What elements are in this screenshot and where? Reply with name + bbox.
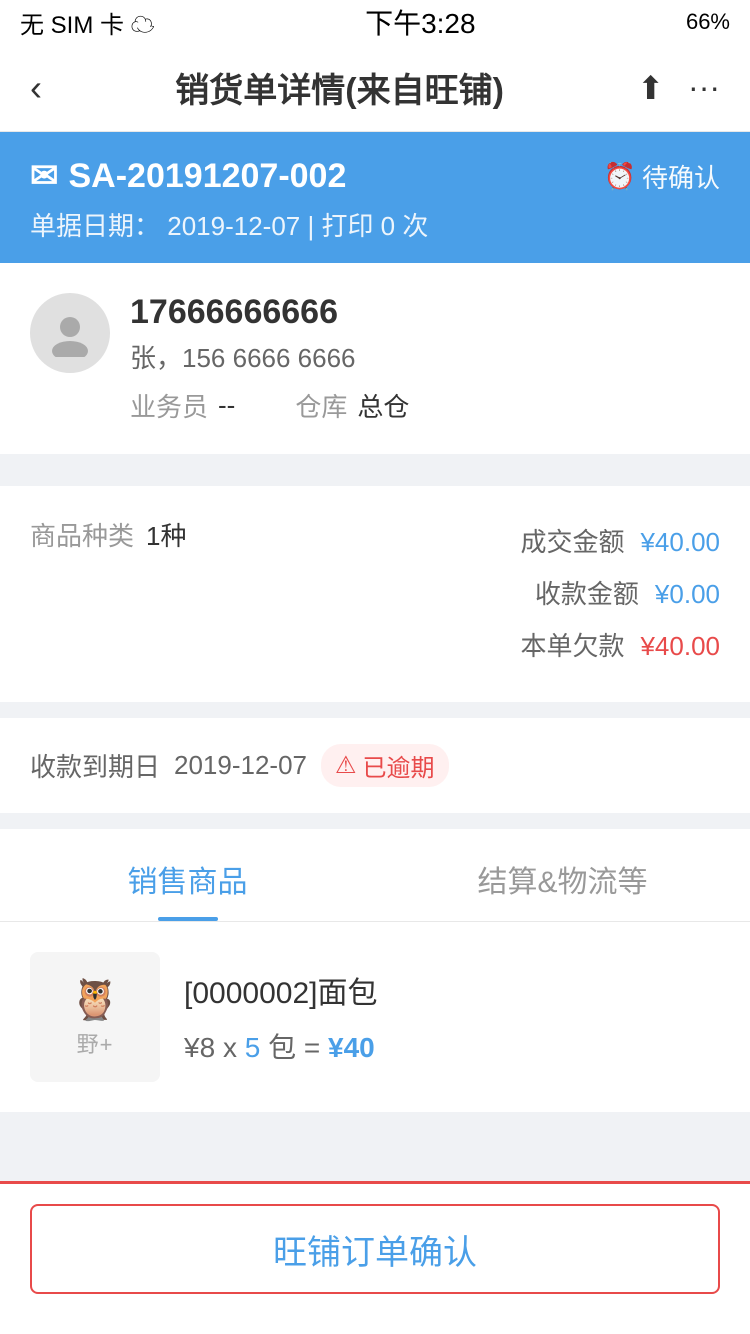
status-text: 待确认	[642, 158, 720, 195]
debt-amount: ¥40.00	[640, 620, 720, 672]
order-icon: ✉	[30, 156, 59, 196]
customer-phone: 17666666666	[130, 293, 720, 332]
product-type-value: 1种	[146, 516, 186, 553]
sim-status: 无 SIM 卡 ☁	[20, 5, 155, 40]
due-date-value: 2019-12-07	[174, 750, 307, 781]
status-time: 下午3:28	[365, 2, 476, 42]
product-unit: 包	[268, 1032, 296, 1063]
product-item: 🦉 野+ [0000002]面包 ¥8 x 5 包 = ¥40	[0, 922, 750, 1112]
product-type-label: 商品种类	[30, 516, 134, 553]
amount-summary: 成交金额 ¥40.00 收款金额 ¥0.00 本单欠款 ¥40.00	[520, 516, 720, 672]
nav-bar: ‹ 销货单详情(来自旺铺) ⬆ ···	[0, 44, 750, 132]
tabs-row: 销售商品 结算&物流等	[0, 829, 750, 922]
warehouse-label: 仓库	[295, 387, 347, 424]
battery-status: 66%	[686, 9, 730, 35]
divider-1	[0, 454, 750, 470]
nav-actions: ⬆ ···	[637, 69, 720, 107]
tab-sales-products[interactable]: 销售商品	[0, 829, 375, 921]
debt-label: 本单欠款	[520, 620, 624, 672]
customer-name: 张，156 6666 6666	[130, 338, 720, 375]
tabs-section: 销售商品 结算&物流等 🦉 野+ [0000002]面包 ¥8 x 5 包 = …	[0, 829, 750, 1112]
customer-info: 17666666666 张，156 6666 6666 业务员 -- 仓库 总仓	[130, 293, 720, 424]
order-header-banner: ✉ SA-20191207-002 ⏰ 待确认 单据日期： 2019-12-07…	[0, 132, 750, 263]
payment-label: 收款金额	[535, 568, 639, 620]
product-info: [0000002]面包 ¥8 x 5 包 = ¥40	[184, 968, 720, 1066]
overdue-icon: ⚠	[335, 751, 357, 780]
more-icon[interactable]: ···	[688, 69, 720, 106]
overdue-text: 已逾期	[363, 748, 435, 783]
confirm-button-wrapper: 旺铺订单确认	[0, 1181, 750, 1334]
due-date-label: 收款到期日	[30, 747, 160, 784]
order-id-text: SA-20191207-002	[69, 157, 347, 196]
overdue-badge: ⚠ 已逾期	[321, 744, 449, 787]
sales-label: 业务员	[130, 387, 208, 424]
summary-section: 商品种类 1种 成交金额 ¥40.00 收款金额 ¥0.00 本单欠款 ¥40.…	[0, 486, 750, 702]
sales-value: --	[218, 390, 235, 421]
order-date: 单据日期： 2019-12-07 | 打印 0 次	[30, 206, 720, 243]
status-right: 66%	[686, 9, 730, 35]
share-icon[interactable]: ⬆	[637, 69, 664, 107]
confirm-order-button[interactable]: 旺铺订单确认	[30, 1204, 720, 1294]
product-calculation: ¥8 x 5 包 = ¥40	[184, 1026, 720, 1066]
status-left: 无 SIM 卡 ☁	[20, 5, 155, 40]
status-bar: 无 SIM 卡 ☁ 下午3:28 66%	[0, 0, 750, 44]
product-thumbnail: 🦉 野+	[30, 952, 160, 1082]
product-qty: 5	[245, 1032, 261, 1063]
due-date-section: 收款到期日 2019-12-07 ⚠ 已逾期	[0, 718, 750, 813]
transaction-amount: ¥40.00	[640, 516, 720, 568]
tab-settlement-logistics[interactable]: 结算&物流等	[375, 829, 750, 921]
equals-sign: =	[304, 1032, 320, 1063]
multiply-sign: x	[223, 1032, 237, 1063]
product-thumb-text: 野+	[77, 1027, 114, 1059]
product-thumb-owl-icon: 🦉	[70, 976, 120, 1023]
back-button[interactable]: ‹	[30, 67, 42, 109]
avatar	[30, 293, 110, 373]
product-total: ¥40	[328, 1032, 375, 1063]
order-id: ✉ SA-20191207-002	[30, 156, 346, 196]
warehouse-value: 总仓	[357, 387, 409, 424]
product-price: ¥8	[184, 1032, 215, 1063]
status-clock-icon: ⏰	[604, 161, 636, 192]
product-name: [0000002]面包	[184, 968, 720, 1012]
payment-amount: ¥0.00	[655, 568, 720, 620]
order-status: ⏰ 待确认	[604, 158, 720, 195]
transaction-label: 成交金额	[520, 516, 624, 568]
customer-section: 17666666666 张，156 6666 6666 业务员 -- 仓库 总仓	[0, 263, 750, 454]
nav-title: 销货单详情(来自旺铺)	[175, 63, 504, 112]
